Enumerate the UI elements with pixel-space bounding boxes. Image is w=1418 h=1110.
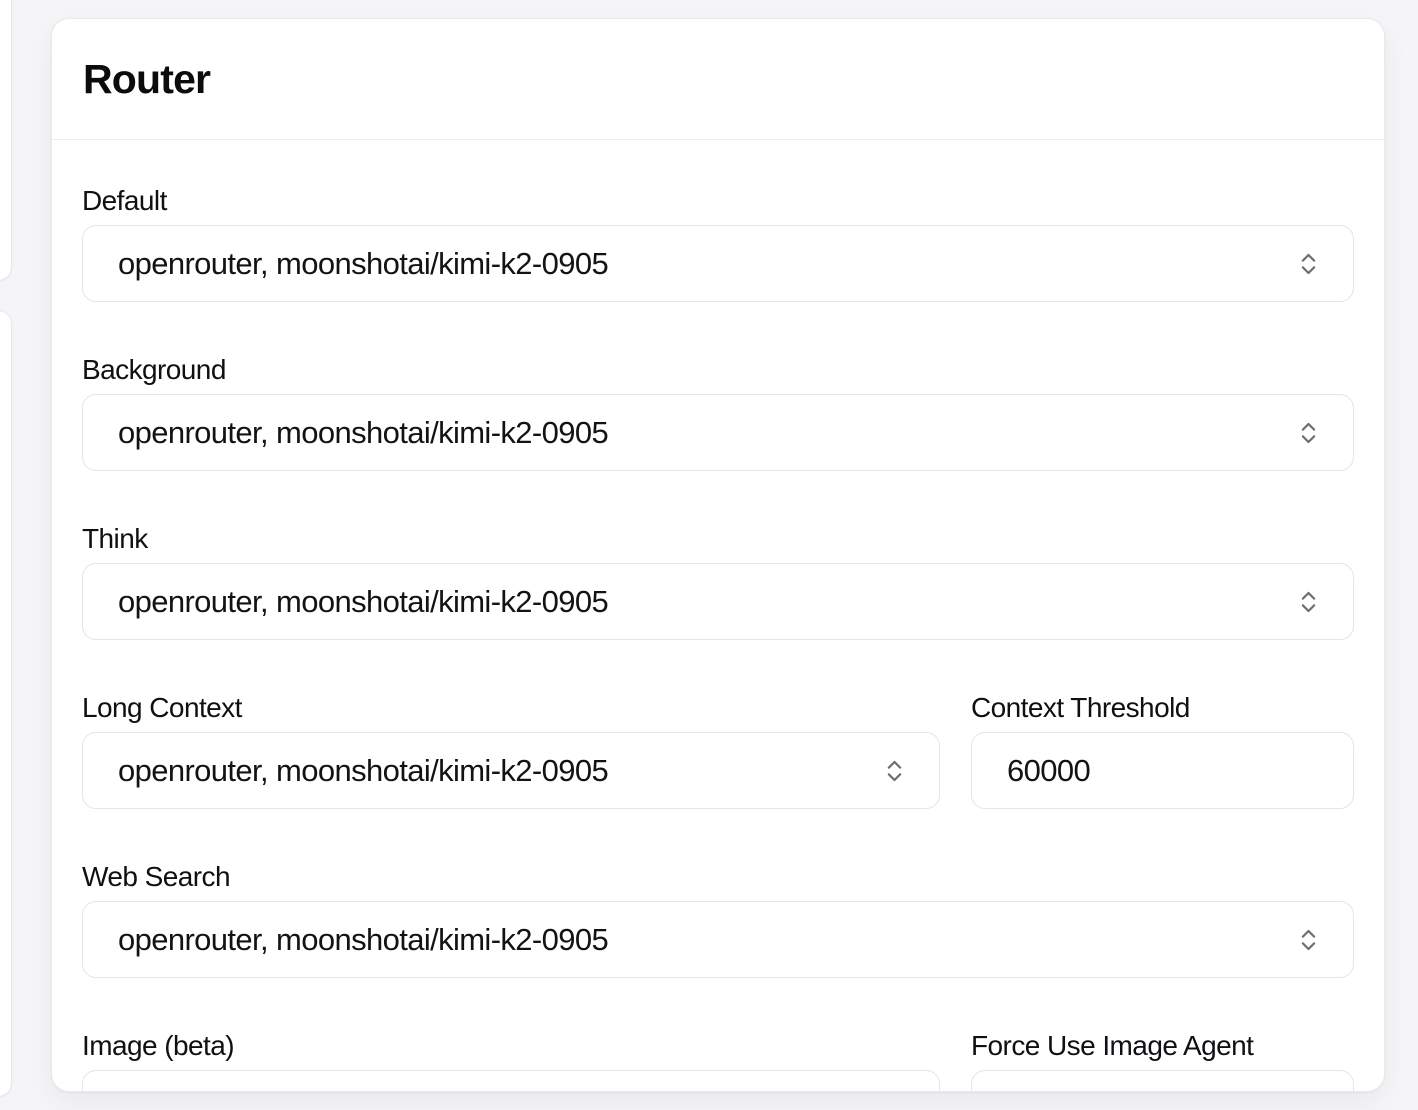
field-think: Think openrouter, moonshotai/kimi-k2-090… [82,524,1354,640]
field-image: Image (beta) [82,1030,940,1091]
field-long-context: Long Context openrouter, moonshotai/kimi… [82,693,940,809]
default-model-select[interactable]: openrouter, moonshotai/kimi-k2-0905 [82,225,1354,302]
field-background: Background openrouter, moonshotai/kimi-k… [82,355,1354,471]
force-use-image-agent-label: Force Use Image Agent [971,1030,1254,1061]
web-search-label: Web Search [82,861,231,892]
chevrons-up-down-icon [1301,422,1316,443]
default-label: Default [82,185,167,216]
page-title: Router [83,55,211,102]
background-model-select[interactable]: openrouter, moonshotai/kimi-k2-0905 [82,394,1354,471]
context-threshold-input[interactable] [971,732,1354,809]
default-model-value: openrouter, moonshotai/kimi-k2-0905 [118,245,609,281]
chevrons-up-down-icon [1301,929,1316,950]
field-context-threshold: Context Threshold [971,693,1354,809]
force-use-image-agent-input[interactable] [971,1070,1354,1091]
router-card-content: Default openrouter, moonshotai/kimi-k2-0… [52,140,1384,1091]
background-label: Background [82,354,226,385]
long-context-model-select[interactable]: openrouter, moonshotai/kimi-k2-0905 [82,732,940,809]
web-search-model-value: openrouter, moonshotai/kimi-k2-0905 [118,921,609,957]
context-threshold-label: Context Threshold [971,692,1190,723]
field-force-use-image-agent: Force Use Image Agent [971,1030,1354,1091]
image-label: Image (beta) [82,1030,235,1061]
web-search-model-select[interactable]: openrouter, moonshotai/kimi-k2-0905 [82,901,1354,978]
chevrons-up-down-icon [1301,591,1316,612]
chevrons-up-down-icon [887,760,902,781]
router-settings-card: Router Default openrouter, moonshotai/ki… [51,18,1385,1092]
long-context-model-value: openrouter, moonshotai/kimi-k2-0905 [118,752,609,788]
field-web-search: Web Search openrouter, moonshotai/kimi-k… [82,862,1354,978]
image-model-select[interactable] [82,1070,940,1091]
router-card-header: Router [52,19,1384,140]
chevrons-up-down-icon [1301,253,1316,274]
think-model-select[interactable]: openrouter, moonshotai/kimi-k2-0905 [82,563,1354,640]
image-row: Image (beta) Force Use Image Agent [82,1030,1354,1091]
think-label: Think [82,523,148,554]
long-context-row: Long Context openrouter, moonshotai/kimi… [82,693,1354,862]
field-default: Default openrouter, moonshotai/kimi-k2-0… [82,186,1354,302]
background-model-value: openrouter, moonshotai/kimi-k2-0905 [118,414,609,450]
left-adjacent-card-bottom [0,310,12,1097]
think-model-value: openrouter, moonshotai/kimi-k2-0905 [118,583,609,619]
left-adjacent-card-top [0,0,12,281]
long-context-label: Long Context [82,692,242,723]
